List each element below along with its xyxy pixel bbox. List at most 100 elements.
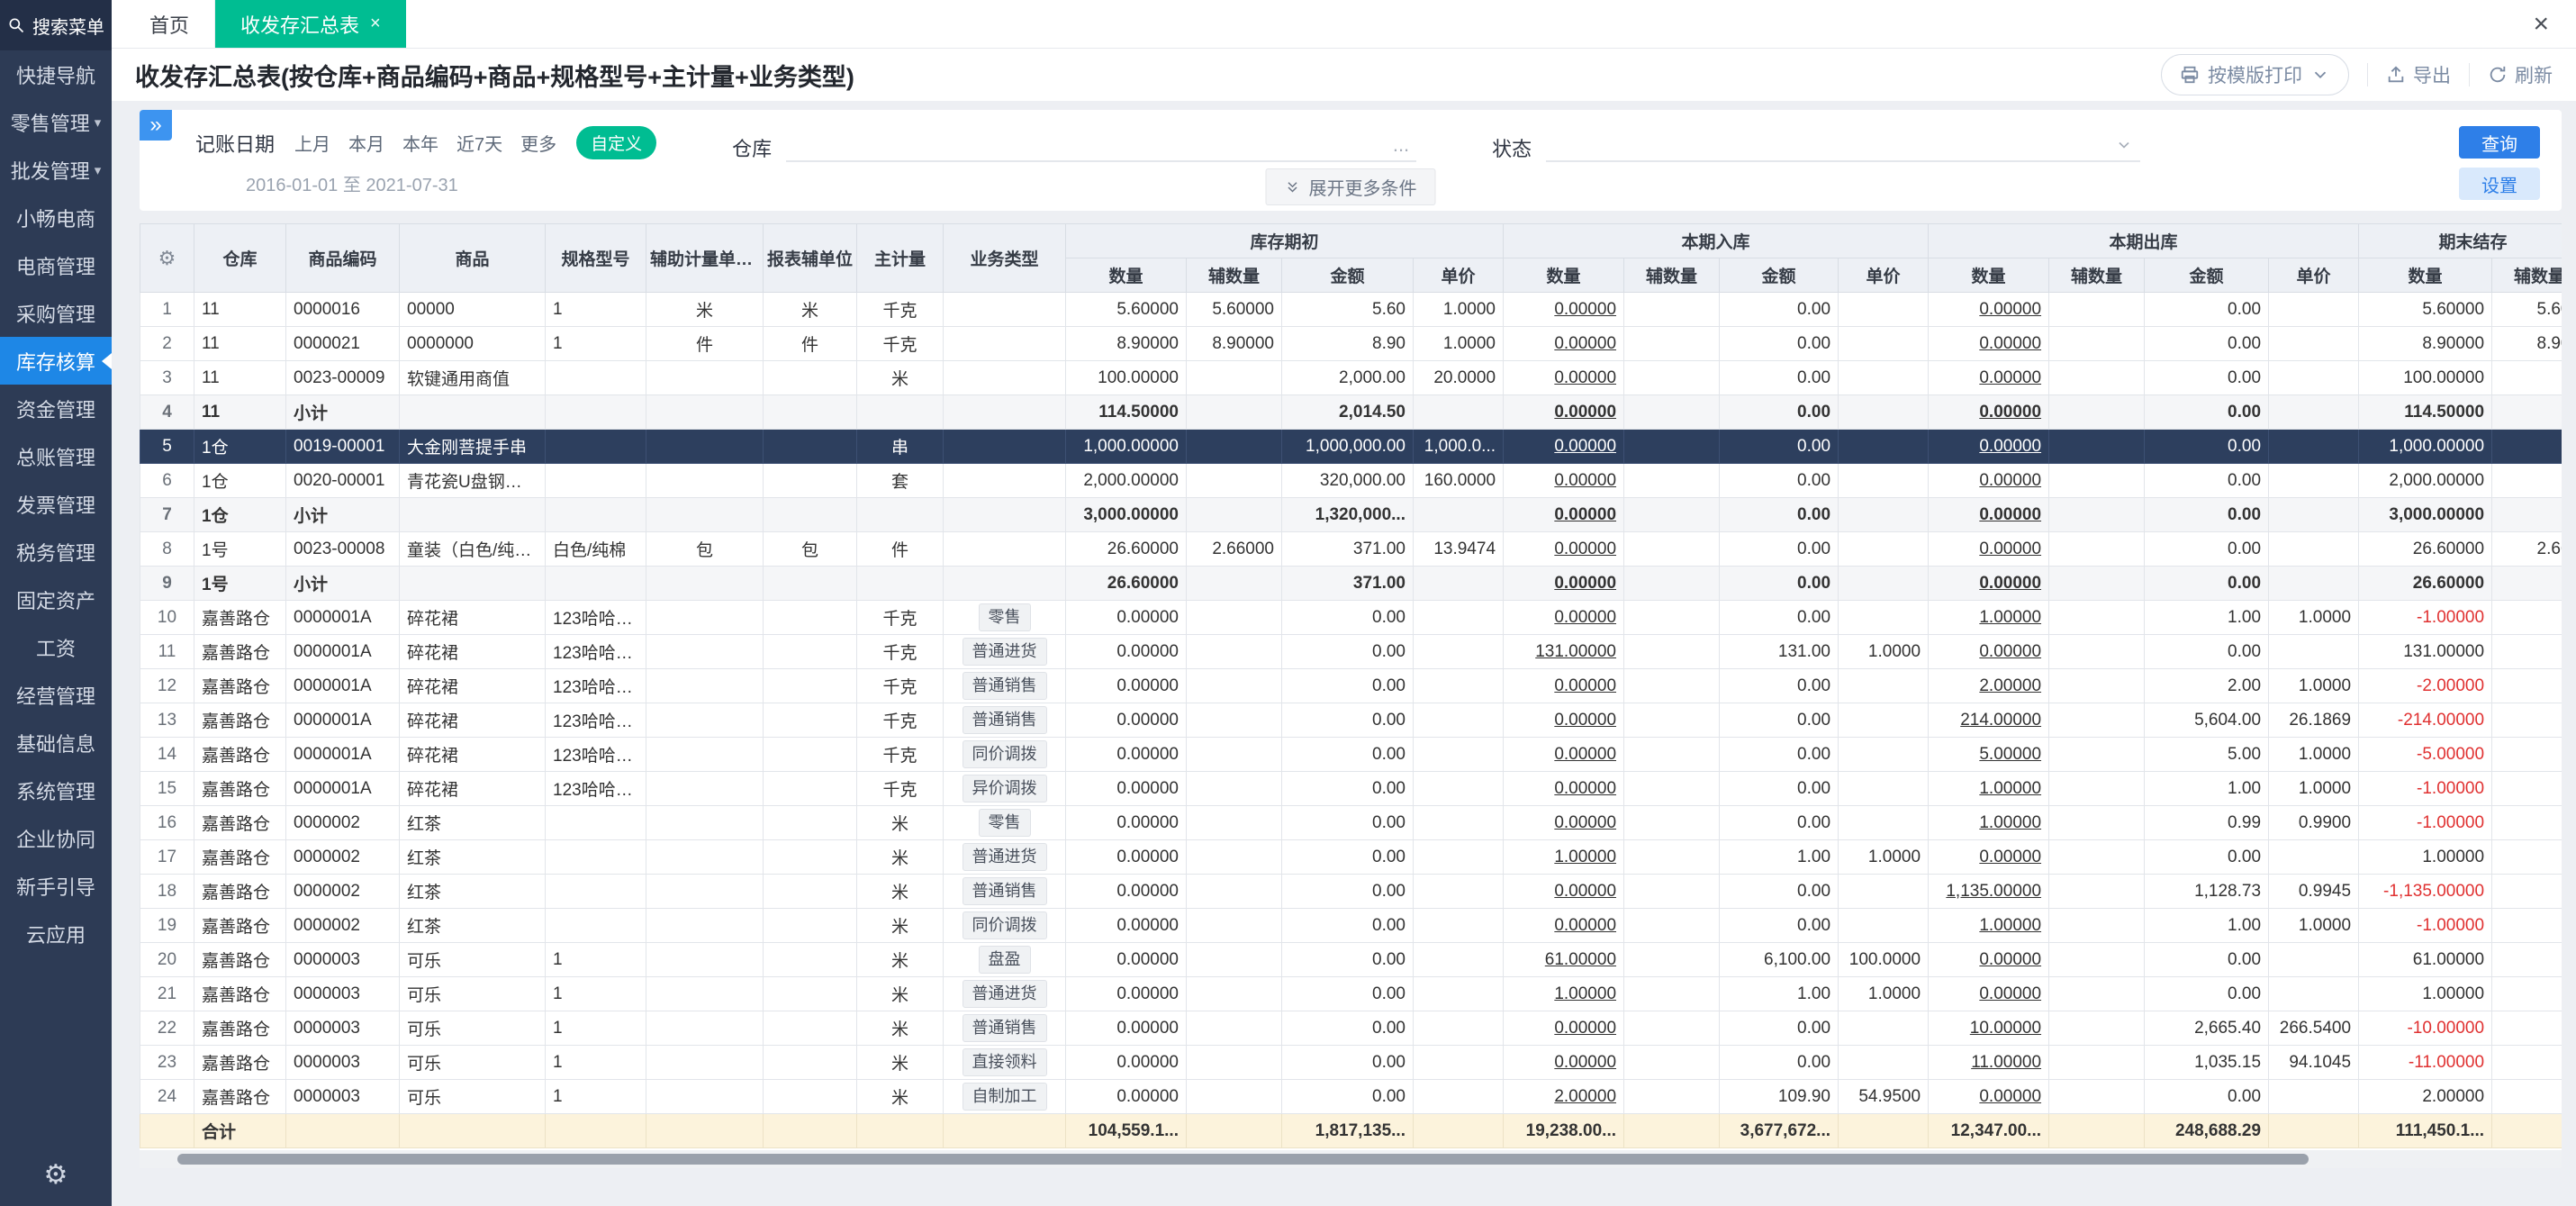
date-quick-option[interactable]: 本年 — [402, 130, 438, 156]
drill-down-link[interactable]: 0.00000 — [1503, 1045, 1625, 1080]
collapse-panel-button[interactable]: » — [140, 110, 172, 141]
drill-down-link[interactable]: 0.00000 — [1503, 429, 1625, 464]
table-row[interactable]: 16 嘉善路仓 0000002 红茶 米 零售 0.00000 0.00 0.00000 0.00… — [140, 805, 2562, 840]
sidebar-item-15[interactable]: 基础信息 — [0, 719, 112, 766]
drill-down-link[interactable]: 0.00000 — [1503, 668, 1625, 703]
ellipsis-icon[interactable]: ... — [1393, 133, 1409, 157]
sidebar-item-5[interactable]: 电商管理 — [0, 241, 112, 289]
drill-down-link[interactable]: 0.00000 — [1503, 908, 1625, 943]
status-select[interactable] — [1546, 130, 2141, 162]
sidebar-item-18[interactable]: 新手引导 — [0, 862, 112, 910]
export-button[interactable]: 导出 — [2386, 61, 2451, 88]
sidebar-item-13[interactable]: 工资 — [0, 623, 112, 671]
date-quick-option[interactable]: 更多 — [520, 130, 556, 156]
drill-down-link[interactable]: 1.00000 — [1503, 839, 1625, 875]
sidebar-item-6[interactable]: 采购管理 — [0, 289, 112, 337]
sidebar-item-12[interactable]: 固定资产 — [0, 576, 112, 623]
table-row[interactable]: 19 嘉善路仓 0000002 红茶 米同价调拨 0.00000 0.00 0.00000 0.… — [140, 908, 2562, 943]
table-row[interactable]: 2 11 0000021 0000000 1 件件千克 8.90000 8.90000 8.90… — [140, 326, 2562, 361]
sidebar-item-14[interactable]: 经营管理 — [0, 671, 112, 719]
sidebar-item-10[interactable]: 发票管理 — [0, 480, 112, 528]
drill-down-link[interactable]: 61.00000 — [1503, 942, 1625, 977]
drill-down-link[interactable]: 0.00000 — [1928, 839, 2050, 875]
table-row[interactable]: 23 嘉善路仓 0000003 可乐 1 米直接领料 0.00000 0.00 0.00000 0… — [140, 1045, 2562, 1080]
tab-close-icon[interactable]: × — [370, 14, 381, 34]
drill-down-link[interactable]: 1,135.00000 — [1928, 874, 2050, 909]
table-row[interactable]: 12 嘉善路仓 0000001A 碎花裙 123哈哈哈... 千克 普通销售 0.00000 0… — [140, 668, 2562, 703]
horizontal-scrollbar[interactable] — [140, 1150, 2562, 1168]
table-row[interactable]: 7 1仓 小计 3,000.00000 1,320,000... 0.00000 0.00 0… — [140, 497, 2562, 532]
sidebar-item-16[interactable]: 系统管理 — [0, 766, 112, 814]
table-row[interactable]: 24 嘉善路仓 0000003 可乐 1 米自制加工 0.00000 0.00 2.00000 1… — [140, 1079, 2562, 1114]
drill-down-link[interactable]: 0.00000 — [1503, 600, 1625, 635]
column-settings-gear-icon[interactable]: ⚙ — [140, 223, 194, 293]
drill-down-link[interactable]: 0.00000 — [1503, 463, 1625, 498]
drill-down-link[interactable]: 0.00000 — [1928, 292, 2050, 327]
sidebar-item-8[interactable]: 资金管理 — [0, 385, 112, 432]
drill-down-link[interactable]: 0.00000 — [1503, 292, 1625, 327]
drill-down-link[interactable]: 0.00000 — [1928, 429, 2050, 464]
sidebar-item-11[interactable]: 税务管理 — [0, 528, 112, 576]
sidebar-item-4[interactable]: 小畅电商 — [0, 194, 112, 241]
drill-down-link[interactable]: 214.00000 — [1928, 703, 2050, 738]
print-by-template-button[interactable]: 按模版打印 — [2161, 54, 2349, 95]
drill-down-link[interactable]: 131.00000 — [1503, 634, 1625, 669]
drill-down-link[interactable]: 11.00000 — [1928, 1045, 2050, 1080]
table-row[interactable]: 11 嘉善路仓 0000001A 碎花裙 123哈哈哈... 千克 普通进货 0.00000 0… — [140, 634, 2562, 669]
table-row[interactable]: 9 1号 小计 26.60000 371.00 0.00000 0.00 0.00000 0.0… — [140, 566, 2562, 601]
table-row[interactable]: 21 嘉善路仓 0000003 可乐 1 米普通进货 0.00000 0.00 1.00000 1… — [140, 976, 2562, 1011]
drill-down-link[interactable]: 0.00000 — [1928, 497, 2050, 532]
table-row[interactable]: 22 嘉善路仓 0000003 可乐 1 米普通销售 0.00000 0.00 0.00000 0… — [140, 1011, 2562, 1046]
drill-down-link[interactable]: 0.00000 — [1503, 737, 1625, 772]
table-row[interactable]: 15 嘉善路仓 0000001A 碎花裙 123哈哈哈... 千克 异价调拨 0.00000 0… — [140, 771, 2562, 806]
drill-down-link[interactable]: 0.00000 — [1928, 976, 2050, 1011]
sidebar-settings-button[interactable]: ⚙ — [0, 1143, 112, 1206]
drill-down-link[interactable]: 0.00000 — [1928, 326, 2050, 361]
table-row[interactable]: 13 嘉善路仓 0000001A 碎花裙 123哈哈哈... 千克 普通销售 0.00000 0… — [140, 703, 2562, 738]
sidebar-item-7[interactable]: 库存核算 — [0, 337, 112, 385]
sidebar-item-2[interactable]: 零售管理 ▾ — [0, 98, 112, 146]
table-row[interactable]: 8 1号 0023-00008 童装（白色/纯棉） 白色/纯棉包包件 26.60000 2.… — [140, 531, 2562, 567]
drill-down-link[interactable]: 0.00000 — [1503, 326, 1625, 361]
sidebar-item-3[interactable]: 批发管理 ▾ — [0, 146, 112, 194]
table-row[interactable]: 3 11 0023-00009 软键通用商值 米 100.00000 2,000.00 20.… — [140, 360, 2562, 395]
expand-more-conditions-button[interactable]: 展开更多条件 — [1265, 168, 1436, 205]
drill-down-link[interactable]: 0.00000 — [1503, 497, 1625, 532]
drill-down-link[interactable]: 0.00000 — [1928, 942, 2050, 977]
table-row[interactable]: 20 嘉善路仓 0000003 可乐 1 米 盘盈 0.00000 0.00 61.00000 6,… — [140, 942, 2562, 977]
drill-down-link[interactable]: 0.00000 — [1928, 634, 2050, 669]
table-row[interactable]: 10 嘉善路仓 0000001A 碎花裙 123哈哈哈... 千克 零售 0.00000 0.0… — [140, 600, 2562, 635]
drill-down-link[interactable]: 0.00000 — [1503, 394, 1625, 430]
table-row[interactable]: 6 1仓 0020-00001 青花瓷U盘钢笔套装 套 2,000.00000 320,00… — [140, 463, 2562, 498]
table-row[interactable]: 17 嘉善路仓 0000002 红茶 米普通进货 0.00000 0.00 1.00000 1.… — [140, 839, 2562, 875]
drill-down-link[interactable]: 0.00000 — [1928, 531, 2050, 567]
drill-down-link[interactable]: 0.00000 — [1503, 566, 1625, 601]
drill-down-link[interactable]: 5.00000 — [1928, 737, 2050, 772]
total-row[interactable]: 合计 104,559.1... 1,817,135... 19,238.00... 3,… — [140, 1113, 2562, 1148]
table-row[interactable]: 1 11 0000016 00000 1 米米千克 5.60000 5.60000 5.60 1.… — [140, 292, 2562, 327]
drill-down-link[interactable]: 0.00000 — [1503, 1011, 1625, 1046]
drill-down-link[interactable]: 0.00000 — [1928, 394, 2050, 430]
date-quick-option[interactable]: 本月 — [348, 130, 384, 156]
drill-down-link[interactable]: 0.00000 — [1503, 360, 1625, 395]
table-row[interactable]: 18 嘉善路仓 0000002 红茶 米普通销售 0.00000 0.00 0.00000 0.… — [140, 874, 2562, 909]
drill-down-link[interactable]: 0.00000 — [1503, 805, 1625, 840]
date-quick-option[interactable]: 上月 — [294, 130, 330, 156]
refresh-button[interactable]: 刷新 — [2488, 61, 2553, 88]
drill-down-link[interactable]: 1.00000 — [1503, 976, 1625, 1011]
table-row[interactable]: 14 嘉善路仓 0000001A 碎花裙 123哈哈哈... 千克 同价调拨 0.00000 0… — [140, 737, 2562, 772]
drill-down-link[interactable]: 1.00000 — [1928, 600, 2050, 635]
tab-home[interactable]: 首页 — [124, 0, 216, 48]
drill-down-link[interactable]: 1.00000 — [1928, 771, 2050, 806]
close-icon[interactable]: × — [2533, 10, 2549, 38]
drill-down-link[interactable]: 0.00000 — [1928, 566, 2050, 601]
sidebar-item-1[interactable]: 快捷导航 — [0, 50, 112, 98]
drill-down-link[interactable]: 0.00000 — [1928, 1079, 2050, 1114]
table-row[interactable]: 5 1仓 0019-00001 大金刚菩提手串 串 1,000.00000 1,000,00… — [140, 429, 2562, 464]
sidebar-item-19[interactable]: 云应用 — [0, 910, 112, 957]
drill-down-link[interactable]: 0.00000 — [1503, 531, 1625, 567]
settings-button[interactable]: 设置 — [2459, 168, 2540, 200]
drill-down-link[interactable]: 0.00000 — [1928, 463, 2050, 498]
table-row[interactable]: 4 11 小计 114.50000 2,014.50 0.00000 0.00 0.00000… — [140, 394, 2562, 430]
drill-down-link[interactable]: 1.00000 — [1928, 908, 2050, 943]
